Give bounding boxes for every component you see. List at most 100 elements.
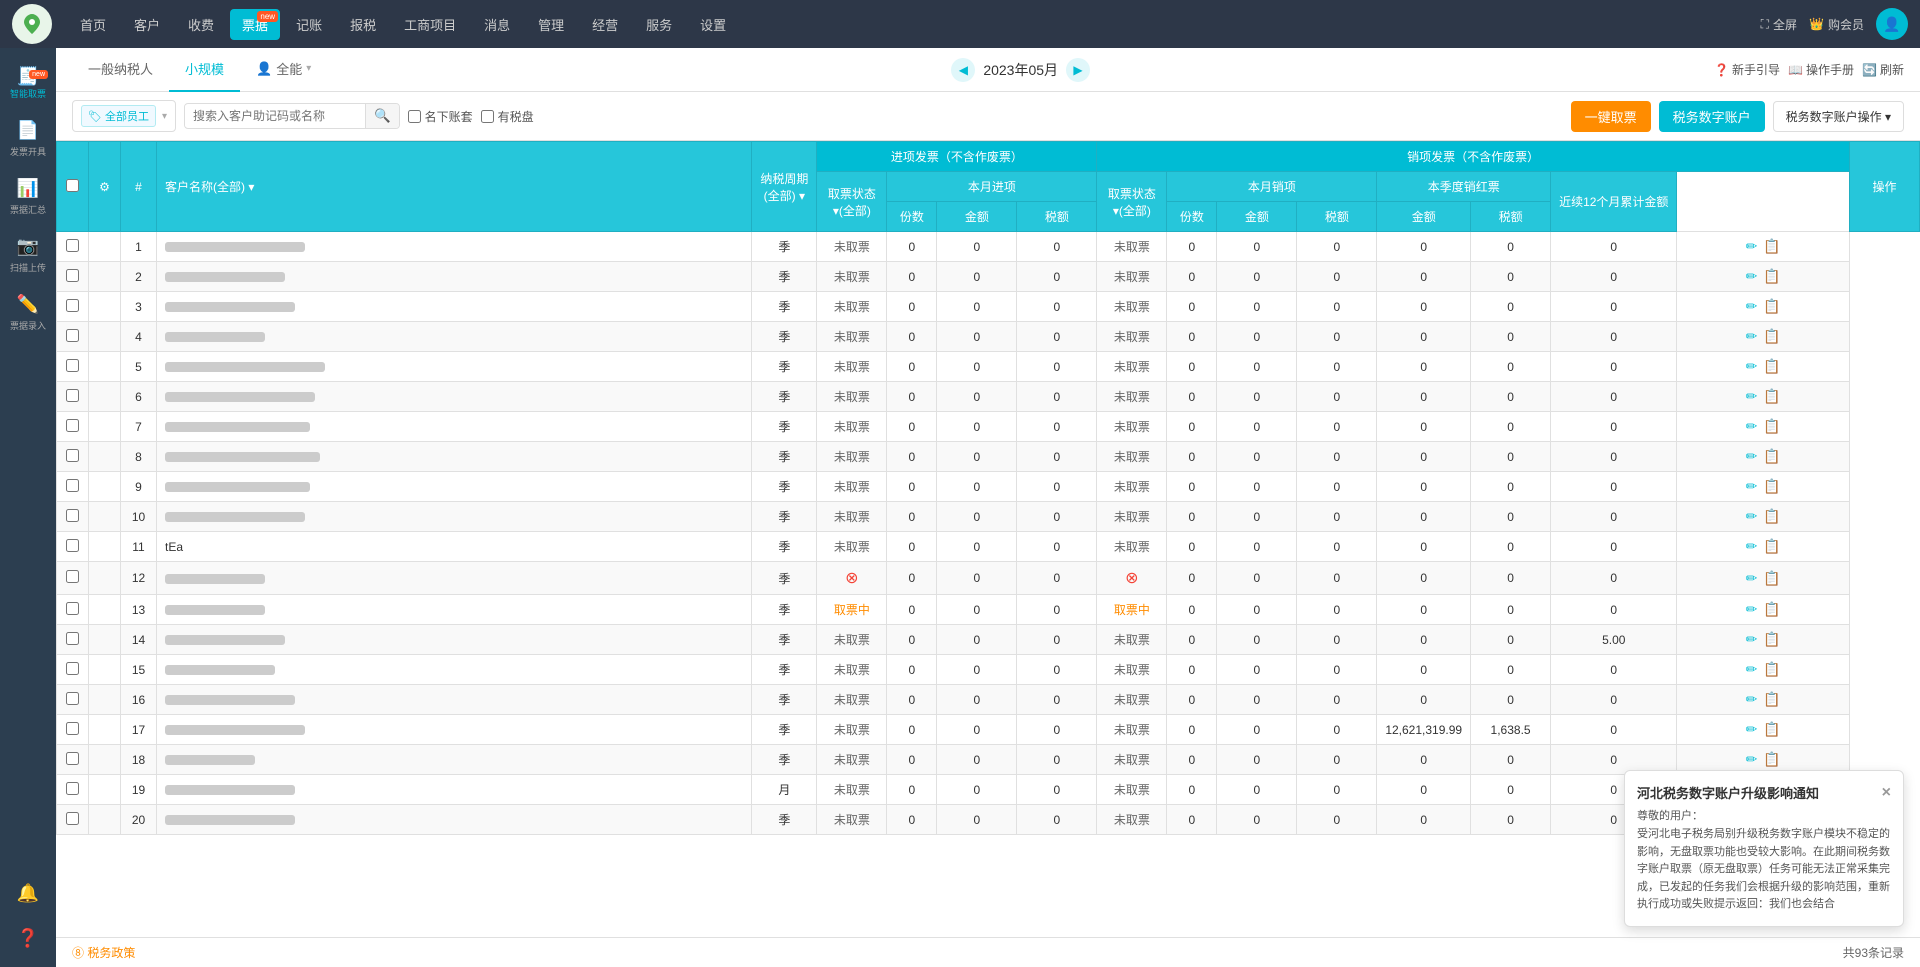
copy-icon[interactable]: 📋 bbox=[1763, 448, 1780, 465]
th-period[interactable]: 纳税周期(全部) ▾ bbox=[752, 142, 817, 232]
nav-tax[interactable]: 报税 bbox=[338, 9, 388, 40]
row-checkbox[interactable] bbox=[57, 442, 89, 472]
tax-disk-filter[interactable]: 有税盘 bbox=[481, 108, 534, 125]
edit-icon[interactable]: ✏ bbox=[1746, 388, 1758, 405]
edit-icon[interactable]: ✏ bbox=[1746, 418, 1758, 435]
edit-icon[interactable]: ✏ bbox=[1746, 328, 1758, 345]
row-checkbox[interactable] bbox=[57, 382, 89, 412]
nav-operation[interactable]: 经营 bbox=[580, 9, 630, 40]
nav-settings[interactable]: 设置 bbox=[688, 9, 738, 40]
copy-icon[interactable]: 📋 bbox=[1763, 508, 1780, 525]
sidebar-item-summary[interactable]: 📊 票据汇总 bbox=[0, 168, 56, 226]
copy-icon[interactable]: 📋 bbox=[1763, 268, 1780, 285]
row-checkbox[interactable] bbox=[57, 502, 89, 532]
row-checkbox[interactable] bbox=[57, 472, 89, 502]
copy-icon[interactable]: 📋 bbox=[1763, 388, 1780, 405]
copy-icon[interactable]: 📋 bbox=[1763, 631, 1780, 648]
row-checkbox[interactable] bbox=[57, 805, 89, 835]
row-checkbox[interactable] bbox=[57, 292, 89, 322]
new-guide-link[interactable]: ❓ 新手引导 bbox=[1714, 61, 1780, 78]
nav-service[interactable]: 服务 bbox=[634, 9, 684, 40]
th-out-status[interactable]: 取票状态▾(全部) bbox=[1097, 172, 1167, 232]
sidebar-item-help[interactable]: ❓ bbox=[13, 918, 43, 959]
row-checkbox[interactable] bbox=[57, 595, 89, 625]
user-avatar[interactable]: 👤 bbox=[1876, 8, 1908, 40]
edit-icon[interactable]: ✏ bbox=[1746, 478, 1758, 495]
nav-business[interactable]: 工商项目 bbox=[392, 9, 468, 40]
row-checkbox[interactable] bbox=[57, 745, 89, 775]
fullscreen-button[interactable]: ⛶ 全屏 bbox=[1761, 16, 1797, 33]
sidebar-item-smart-invoice[interactable]: 🧾 智能取票 new bbox=[0, 56, 56, 110]
row-checkbox[interactable] bbox=[57, 655, 89, 685]
account-checkbox[interactable] bbox=[408, 110, 421, 123]
search-input[interactable] bbox=[185, 105, 365, 127]
next-month-button[interactable]: ▶ bbox=[1066, 58, 1090, 82]
tax-digital-account-operate-button[interactable]: 税务数字账户操作 ▾ bbox=[1773, 101, 1904, 132]
edit-icon[interactable]: ✏ bbox=[1746, 508, 1758, 525]
manual-link[interactable]: 📖 操作手册 bbox=[1788, 61, 1854, 78]
copy-icon[interactable]: 📋 bbox=[1763, 570, 1780, 587]
edit-icon[interactable]: ✏ bbox=[1746, 448, 1758, 465]
employee-filter[interactable]: 🏷 全部员工 ▾ bbox=[72, 100, 176, 132]
edit-icon[interactable]: ✏ bbox=[1746, 298, 1758, 315]
copy-icon[interactable]: 📋 bbox=[1763, 478, 1780, 495]
copy-icon[interactable]: 📋 bbox=[1763, 238, 1780, 255]
edit-icon[interactable]: ✏ bbox=[1746, 691, 1758, 708]
copy-icon[interactable]: 📋 bbox=[1763, 721, 1780, 738]
copy-icon[interactable]: 📋 bbox=[1763, 601, 1780, 618]
copy-icon[interactable]: 📋 bbox=[1763, 358, 1780, 375]
edit-icon[interactable]: ✏ bbox=[1746, 631, 1758, 648]
edit-icon[interactable]: ✏ bbox=[1746, 268, 1758, 285]
popup-close-button[interactable]: × bbox=[1882, 784, 1891, 802]
one-click-get-button[interactable]: 一键取票 bbox=[1571, 101, 1651, 132]
sidebar-item-open-invoice[interactable]: 📄 发票开具 bbox=[0, 110, 56, 168]
copy-icon[interactable]: 📋 bbox=[1763, 538, 1780, 555]
copy-icon[interactable]: 📋 bbox=[1763, 418, 1780, 435]
row-checkbox[interactable] bbox=[57, 532, 89, 562]
nav-invoice[interactable]: 票据 new bbox=[230, 9, 280, 40]
tax-policy-link[interactable]: ⑧ 税务政策 bbox=[72, 944, 135, 961]
copy-icon[interactable]: 📋 bbox=[1763, 661, 1780, 678]
tax-digital-account-button[interactable]: 税务数字账户 bbox=[1659, 101, 1765, 132]
edit-icon[interactable]: ✏ bbox=[1746, 661, 1758, 678]
edit-icon[interactable]: ✏ bbox=[1746, 358, 1758, 375]
nav-message[interactable]: 消息 bbox=[472, 9, 522, 40]
tab-all[interactable]: 👤 全能 ▾ bbox=[240, 48, 327, 92]
row-checkbox[interactable] bbox=[57, 715, 89, 745]
nav-home[interactable]: 首页 bbox=[68, 9, 118, 40]
edit-icon[interactable]: ✏ bbox=[1746, 238, 1758, 255]
copy-icon[interactable]: 📋 bbox=[1763, 751, 1780, 768]
nav-customer[interactable]: 客户 bbox=[122, 9, 172, 40]
copy-icon[interactable]: 📋 bbox=[1763, 328, 1780, 345]
edit-icon[interactable]: ✏ bbox=[1746, 751, 1758, 768]
th-name[interactable]: 客户名称(全部) ▾ bbox=[157, 142, 752, 232]
prev-month-button[interactable]: ◀ bbox=[951, 58, 975, 82]
account-filter[interactable]: 名下账套 bbox=[408, 108, 473, 125]
row-checkbox[interactable] bbox=[57, 232, 89, 262]
row-checkbox[interactable] bbox=[57, 322, 89, 352]
edit-icon[interactable]: ✏ bbox=[1746, 570, 1758, 587]
refresh-link[interactable]: 🔄 刷新 bbox=[1862, 61, 1904, 78]
row-checkbox[interactable] bbox=[57, 352, 89, 382]
row-checkbox[interactable] bbox=[57, 562, 89, 595]
sidebar-item-scan-upload[interactable]: 📷 扫描上传 bbox=[0, 226, 56, 284]
tax-disk-checkbox[interactable] bbox=[481, 110, 494, 123]
tab-small-scale[interactable]: 小规模 bbox=[169, 48, 240, 92]
row-checkbox[interactable] bbox=[57, 775, 89, 805]
edit-icon[interactable]: ✏ bbox=[1746, 601, 1758, 618]
copy-icon[interactable]: 📋 bbox=[1763, 691, 1780, 708]
sidebar-item-notification[interactable]: 🔔 bbox=[13, 873, 43, 914]
row-checkbox[interactable] bbox=[57, 262, 89, 292]
copy-icon[interactable]: 📋 bbox=[1763, 298, 1780, 315]
row-checkbox[interactable] bbox=[57, 412, 89, 442]
nav-accounting[interactable]: 记账 bbox=[284, 9, 334, 40]
sidebar-item-invoice-entry[interactable]: ✏️ 票据录入 bbox=[0, 284, 56, 342]
row-checkbox[interactable] bbox=[57, 625, 89, 655]
edit-icon[interactable]: ✏ bbox=[1746, 721, 1758, 738]
vip-button[interactable]: 👑 购会员 bbox=[1809, 16, 1864, 33]
nav-manage[interactable]: 管理 bbox=[526, 9, 576, 40]
edit-icon[interactable]: ✏ bbox=[1746, 538, 1758, 555]
tab-general-taxpayer[interactable]: 一般纳税人 bbox=[72, 48, 169, 92]
search-button[interactable]: 🔍 bbox=[365, 104, 399, 128]
th-in-status[interactable]: 取票状态▾(全部) bbox=[817, 172, 887, 232]
